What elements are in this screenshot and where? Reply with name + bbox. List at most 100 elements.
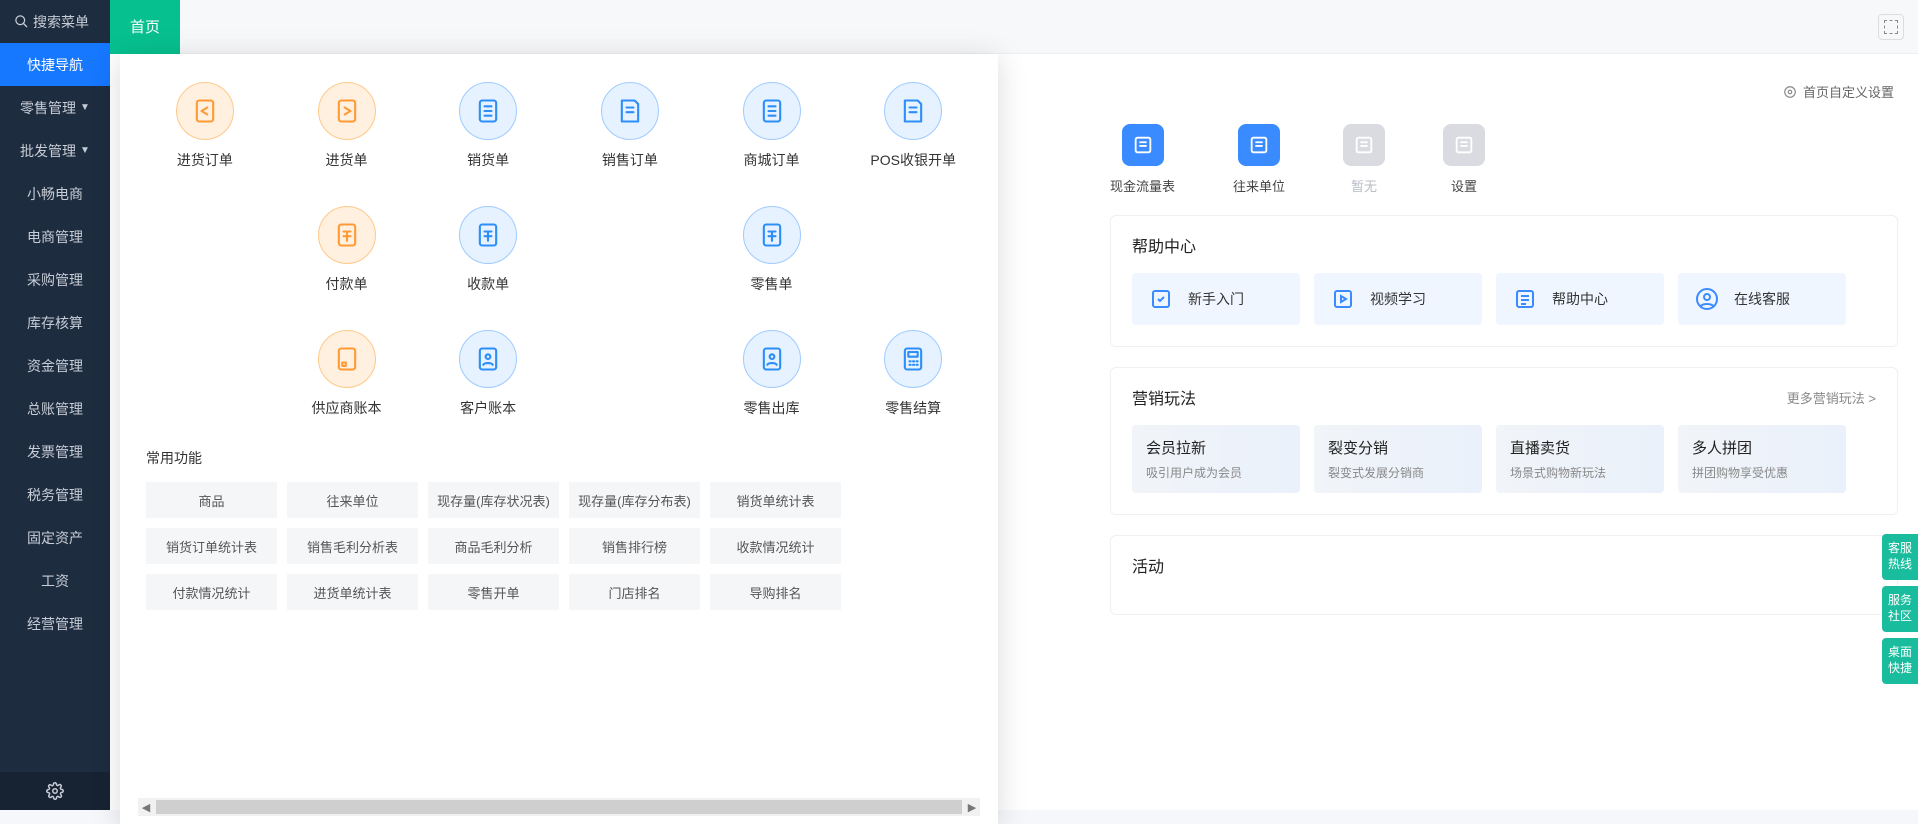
common-fn-9[interactable]: 收款情况统计 <box>710 528 841 564</box>
sidebar-item-1[interactable]: 零售管理 ▼ <box>0 86 110 129</box>
common-fn-6[interactable]: 销售毛利分析表 <box>287 528 418 564</box>
common-fn-7[interactable]: 商品毛利分析 <box>428 528 559 564</box>
flow-node-icon <box>176 82 234 140</box>
quick-item-2[interactable]: 暂无 <box>1343 124 1385 195</box>
quick-item-0[interactable]: 现金流量表 <box>1110 124 1175 195</box>
flow-node-4-1[interactable]: 零售单 <box>743 206 801 294</box>
common-fn-11[interactable]: 进货单统计表 <box>287 574 418 610</box>
help-label: 在线客服 <box>1734 289 1790 309</box>
sidebar-item-7[interactable]: 资金管理 <box>0 344 110 387</box>
marketing-item-0[interactable]: 会员拉新吸引用户成为会员 <box>1132 425 1300 493</box>
quick-item-1[interactable]: 往来单位 <box>1233 124 1285 195</box>
flow-node-label: 供应商账本 <box>312 398 382 418</box>
flow-node-2-2[interactable]: 客户账本 <box>459 330 517 418</box>
flow-node-icon <box>318 330 376 388</box>
marketing-item-1[interactable]: 裂变分销裂变式发展分销商 <box>1314 425 1482 493</box>
sidebar-item-label: 资金管理 <box>27 356 83 376</box>
side-fab-2[interactable]: 桌面快捷 <box>1882 638 1918 684</box>
flow-node-icon <box>743 330 801 388</box>
flow-node-icon <box>743 206 801 264</box>
common-fn-14[interactable]: 导购排名 <box>710 574 841 610</box>
common-fn-3[interactable]: 现存量(库存分布表) <box>569 482 700 518</box>
quick-label: 设置 <box>1451 176 1477 195</box>
sidebar-item-5[interactable]: 采购管理 <box>0 258 110 301</box>
common-fn-0[interactable]: 商品 <box>146 482 277 518</box>
sidebar-item-label: 零售管理 <box>20 98 76 118</box>
activity-card: 活动 <box>1110 535 1898 615</box>
scroll-thumb[interactable] <box>156 800 962 814</box>
sidebar-item-9[interactable]: 发票管理 <box>0 430 110 473</box>
chevron-down-icon: ▼ <box>80 102 90 113</box>
flow-node-5-0[interactable]: POS收银开单 <box>870 82 956 170</box>
help-item-2[interactable]: 帮助中心 <box>1496 273 1664 325</box>
help-item-1[interactable]: 视频学习 <box>1314 273 1482 325</box>
sidebar-item-label: 采购管理 <box>27 270 83 290</box>
marketing-card: 营销玩法 更多营销玩法 > 会员拉新吸引用户成为会员裂变分销裂变式发展分销商直播… <box>1110 367 1898 515</box>
sidebar-item-0[interactable]: 快捷导航 <box>0 43 110 86</box>
side-fab-0[interactable]: 客服热线 <box>1882 534 1918 580</box>
flow-node-4-0[interactable]: 商城订单 <box>743 82 801 170</box>
sidebar-item-label: 批发管理 <box>20 141 76 161</box>
marketing-more-link[interactable]: 更多营销玩法 > <box>1787 388 1876 407</box>
flow-node-label: POS收银开单 <box>870 150 956 170</box>
common-fn-8[interactable]: 销售排行榜 <box>569 528 700 564</box>
quick-label: 现金流量表 <box>1110 176 1175 195</box>
sidebar-item-4[interactable]: 电商管理 <box>0 215 110 258</box>
flow-node-4-2[interactable]: 零售出库 <box>743 330 801 418</box>
common-fn-4[interactable]: 销货单统计表 <box>710 482 841 518</box>
scroll-left-icon[interactable]: ◀ <box>138 798 154 816</box>
marketing-item-3[interactable]: 多人拼团拼团购物享受优惠 <box>1678 425 1846 493</box>
flow-node-2-1[interactable]: 收款单 <box>459 206 517 294</box>
sidebar-item-11[interactable]: 固定资产 <box>0 516 110 559</box>
flow-node-1-0[interactable]: 进货单 <box>318 82 376 170</box>
flow-node-0-0[interactable]: 进货订单 <box>176 82 234 170</box>
flyout-scrollbar[interactable]: ◀ ▶ <box>138 798 980 816</box>
common-fn-2[interactable]: 现存量(库存状况表) <box>428 482 559 518</box>
quick-icon <box>1343 124 1385 166</box>
flow-node-icon <box>459 330 517 388</box>
help-item-3[interactable]: 在线客服 <box>1678 273 1846 325</box>
sidebar-item-8[interactable]: 总账管理 <box>0 387 110 430</box>
common-fn-10[interactable]: 付款情况统计 <box>146 574 277 610</box>
chevron-down-icon: ▼ <box>80 145 90 156</box>
flow-node-label: 零售出库 <box>744 398 800 418</box>
sidebar-item-10[interactable]: 税务管理 <box>0 473 110 516</box>
sidebar-search[interactable]: 搜索菜单 <box>0 0 110 43</box>
fullscreen-button[interactable] <box>1878 14 1904 40</box>
common-fn-5[interactable]: 销货订单统计表 <box>146 528 277 564</box>
tab-home[interactable]: 首页 <box>110 0 180 54</box>
flow-node-3-0[interactable]: 销售订单 <box>601 82 659 170</box>
quicknav-flyout: 进货订单 进货单付款单供应商账本 销货单收款单客户账本 销售订单 商城订单零售单零售出库… <box>120 54 998 824</box>
sidebar-settings[interactable] <box>0 772 110 810</box>
sidebar-item-label: 发票管理 <box>27 442 83 462</box>
common-fn-13[interactable]: 门店排名 <box>569 574 700 610</box>
flow-node-2-0[interactable]: 销货单 <box>459 82 517 170</box>
sidebar-item-3[interactable]: 小畅电商 <box>0 172 110 215</box>
sidebar-item-label: 固定资产 <box>27 528 83 548</box>
flow-node-icon <box>318 206 376 264</box>
flow-node-icon <box>459 206 517 264</box>
help-item-0[interactable]: 新手入门 <box>1132 273 1300 325</box>
sidebar-item-label: 小畅电商 <box>27 184 83 204</box>
common-fn-12[interactable]: 零售开单 <box>428 574 559 610</box>
side-fab-1[interactable]: 服务社区 <box>1882 586 1918 632</box>
flow-node-1-2[interactable]: 供应商账本 <box>312 330 382 418</box>
flow-node-label: 销售订单 <box>602 150 658 170</box>
sidebar-item-2[interactable]: 批发管理 ▼ <box>0 129 110 172</box>
quick-item-3[interactable]: 设置 <box>1443 124 1485 195</box>
common-fn-1[interactable]: 往来单位 <box>287 482 418 518</box>
scroll-right-icon[interactable]: ▶ <box>964 798 980 816</box>
search-icon <box>14 14 29 29</box>
marketing-item-2[interactable]: 直播卖货场景式购物新玩法 <box>1496 425 1664 493</box>
flow-node-5-2[interactable]: 零售结算 <box>884 330 942 418</box>
homepage-settings-link[interactable]: 首页自定义设置 <box>1783 82 1894 101</box>
sidebar-item-13[interactable]: 经营管理 <box>0 602 110 645</box>
flow-node-icon <box>459 82 517 140</box>
side-fab-group: 客服热线服务社区桌面快捷 <box>1882 534 1918 684</box>
flow-node-icon <box>743 82 801 140</box>
flow-node-1-1[interactable]: 付款单 <box>318 206 376 294</box>
sidebar-item-label: 快捷导航 <box>27 55 83 75</box>
flow-node-label: 进货订单 <box>177 150 233 170</box>
sidebar-item-12[interactable]: 工资 <box>0 559 110 602</box>
sidebar-item-6[interactable]: 库存核算 <box>0 301 110 344</box>
